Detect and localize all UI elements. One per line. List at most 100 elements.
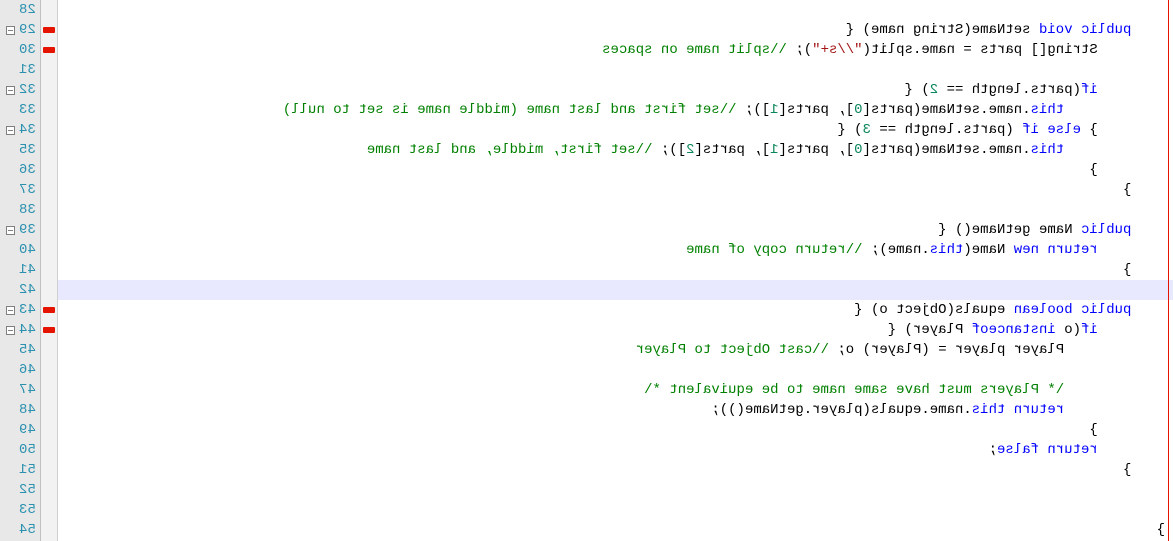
fold-icon[interactable] xyxy=(6,306,15,315)
keyword-token: if xyxy=(1081,322,1098,338)
code-line[interactable]: return this.name.equals(player.getName()… xyxy=(58,400,1173,420)
code-line[interactable] xyxy=(58,480,1173,500)
text-token: .name.setName(parts[ xyxy=(863,142,1031,158)
text-token: } xyxy=(1089,162,1165,178)
line-number: 37 xyxy=(6,180,36,200)
text-token: ) { xyxy=(905,82,930,98)
code-line[interactable]: } xyxy=(58,180,1173,200)
text-token: Player player = (Player) o; xyxy=(829,342,1165,358)
line-number: 31 xyxy=(6,60,36,80)
text-token: } xyxy=(1123,182,1165,198)
line-number: 44 xyxy=(6,320,36,340)
line-number-gutter: 2829303132333435363738394041424344454647… xyxy=(0,0,41,541)
code-line[interactable]: String[] parts = name.split("//s+"); \\s… xyxy=(58,40,1173,60)
code-line[interactable]: \* Players must have same name to be equ… xyxy=(58,380,1173,400)
code-line[interactable]: this.name.setName(parts[0], parts[1]); \… xyxy=(58,100,1173,120)
keyword-token: instanceof xyxy=(972,322,1056,338)
code-line[interactable]: public Name getName() { xyxy=(58,220,1173,240)
fold-icon[interactable] xyxy=(6,326,15,335)
comment-token: \\split name on spaces xyxy=(602,42,787,58)
change-marker xyxy=(43,27,55,33)
text-token xyxy=(1131,222,1165,238)
line-number: 47 xyxy=(6,380,36,400)
text-token xyxy=(1064,142,1165,158)
code-line[interactable]: Player player = (Player) o; \\cast Objec… xyxy=(58,340,1173,360)
code-line[interactable]: return new Name(this.name); \\return cop… xyxy=(58,240,1173,260)
text-token: (parts.length == xyxy=(938,82,1081,98)
text-token: setName(String name) { xyxy=(846,22,1039,38)
code-line[interactable] xyxy=(58,280,1173,300)
keyword-token: return this xyxy=(972,402,1064,418)
text-token: (parts.length == xyxy=(871,122,1022,138)
text-token: } xyxy=(1123,262,1165,278)
code-area[interactable]: public void setName(String name) { Strin… xyxy=(58,0,1173,541)
code-line[interactable]: } xyxy=(58,520,1173,540)
code-line[interactable]: public void setName(String name) { xyxy=(58,20,1173,40)
fold-icon[interactable] xyxy=(6,26,15,35)
code-line[interactable]: if(parts.length == 2) { xyxy=(58,80,1173,100)
text-token: Name( xyxy=(963,242,1013,258)
text-token: String[] parts = name.split( xyxy=(863,42,1165,58)
text-token: .name.equals(player.getName()); xyxy=(711,402,971,418)
keyword-token: public xyxy=(1081,22,1131,38)
line-number: 32 xyxy=(6,80,36,100)
change-marker xyxy=(43,47,55,53)
code-line[interactable]: return false; xyxy=(58,440,1173,460)
comment-token: \\set first, middle, and last name xyxy=(367,142,653,158)
number-token: 2 xyxy=(930,82,938,98)
text-token xyxy=(1064,382,1165,398)
code-line[interactable]: } xyxy=(58,260,1173,280)
keyword-token: public xyxy=(1081,302,1131,318)
keyword-token: public xyxy=(1081,222,1131,238)
comment-token: \\set first and last name (middle name i… xyxy=(283,102,737,118)
text-token: ]); xyxy=(652,142,686,158)
text-token: ], parts[ xyxy=(694,142,770,158)
code-line[interactable]: } xyxy=(58,160,1173,180)
code-line[interactable]: this.name.setName(parts[0], parts[1], pa… xyxy=(58,140,1173,160)
line-number: 48 xyxy=(6,400,36,420)
text-token xyxy=(1131,22,1165,38)
text-token: .name); xyxy=(863,242,930,258)
code-line[interactable] xyxy=(58,360,1173,380)
number-token: 2 xyxy=(686,142,694,158)
code-line[interactable] xyxy=(58,0,1173,20)
fold-icon[interactable] xyxy=(6,226,15,235)
text-token xyxy=(1131,302,1165,318)
line-number: 28 xyxy=(6,0,36,20)
line-number: 40 xyxy=(6,240,36,260)
code-line[interactable]: } xyxy=(58,460,1173,480)
line-number: 45 xyxy=(6,340,36,360)
text-token: } xyxy=(1157,522,1165,538)
number-token: 0 xyxy=(854,142,862,158)
text-token: .name.setName(parts[ xyxy=(863,102,1031,118)
line-number: 39 xyxy=(6,220,36,240)
keyword-token: void xyxy=(1039,22,1073,38)
comment-token: \\cast Object to Player xyxy=(636,342,829,358)
code-line[interactable] xyxy=(58,200,1173,220)
text-token: ], parts[ xyxy=(779,142,855,158)
line-number: 34 xyxy=(6,120,36,140)
code-line[interactable] xyxy=(58,500,1173,520)
text-token xyxy=(1073,302,1081,318)
text-token: ], parts[ xyxy=(779,102,855,118)
text-token: (o xyxy=(1056,322,1081,338)
code-line[interactable] xyxy=(58,60,1173,80)
line-number: 54 xyxy=(6,520,36,540)
text-token xyxy=(1064,102,1165,118)
comment-token: \\return copy of name xyxy=(686,242,862,258)
code-line[interactable]: if(o instanceof Player) { xyxy=(58,320,1173,340)
text-token: } xyxy=(1081,122,1165,138)
number-token: 3 xyxy=(863,122,871,138)
number-token: 1 xyxy=(770,142,778,158)
text-token: equals(Object o) { xyxy=(854,302,1014,318)
fold-icon[interactable] xyxy=(6,86,15,95)
keyword-token: this xyxy=(1031,142,1065,158)
code-editor[interactable]: 2829303132333435363738394041424344454647… xyxy=(0,0,1173,541)
code-line[interactable]: } xyxy=(58,420,1173,440)
text-token xyxy=(1073,22,1081,38)
string-token: "//s+" xyxy=(812,42,862,58)
code-line[interactable]: public boolean equals(Object o) { xyxy=(58,300,1173,320)
fold-icon[interactable] xyxy=(6,126,15,135)
text-token xyxy=(1064,402,1165,418)
code-line[interactable]: } else if (parts.length == 3) { xyxy=(58,120,1173,140)
